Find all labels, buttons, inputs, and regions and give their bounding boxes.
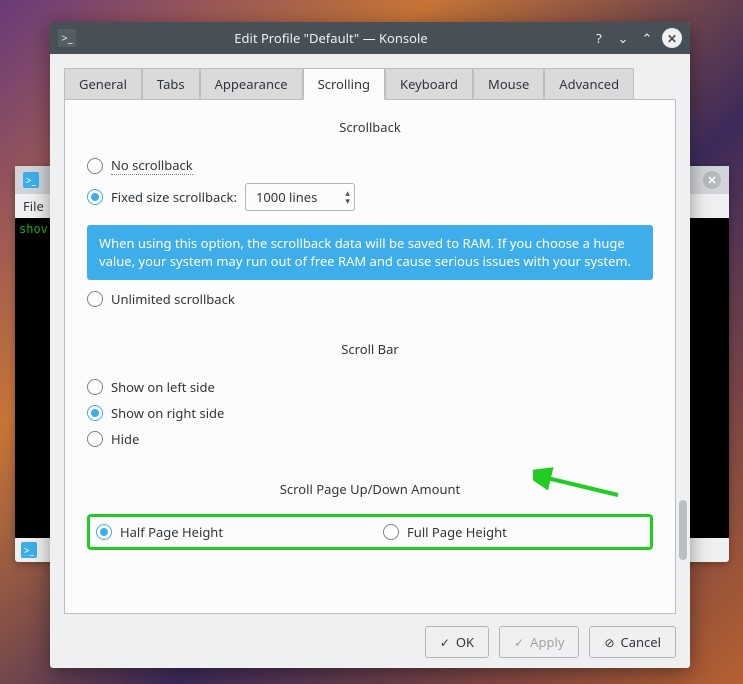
option-label: Show on left side [111, 378, 215, 396]
section-scrollbar-heading: Scroll Bar [87, 340, 653, 358]
scroll-amount-highlight: Half Page Height Full Page Height [87, 514, 653, 550]
dialog-titlebar[interactable]: >_ Edit Profile "Default" — Konsole ? ⌄ … [50, 22, 690, 54]
tab-page-scrolling: Scrollback No scrollback Fixed size scro… [64, 99, 676, 614]
edit-profile-dialog: >_ Edit Profile "Default" — Konsole ? ⌄ … [50, 22, 690, 668]
tab-general[interactable]: General [64, 68, 142, 100]
check-icon: ✓ [440, 634, 450, 651]
tab-advanced[interactable]: Advanced [544, 68, 634, 100]
dialog-title: Edit Profile "Default" — Konsole [76, 29, 586, 47]
chevron-down-icon[interactable]: ▾ [345, 197, 350, 205]
tab-tabs[interactable]: Tabs [142, 68, 200, 100]
button-label: OK [456, 633, 474, 651]
radio-icon[interactable] [87, 405, 103, 421]
radio-icon[interactable] [87, 431, 103, 447]
spinbox-value: 1000 lines [256, 188, 317, 206]
option-label: No scrollback [111, 156, 193, 175]
spinbox-arrows[interactable]: ▴▾ [345, 189, 350, 205]
option-half-page[interactable]: Half Page Height [96, 523, 223, 541]
option-unlimited-scrollback[interactable]: Unlimited scrollback [87, 286, 653, 312]
radio-icon[interactable] [96, 524, 112, 540]
scrollback-lines-spinbox[interactable]: 1000 lines ▴▾ [245, 183, 355, 211]
radio-icon[interactable] [87, 158, 103, 174]
apply-button[interactable]: ✓ Apply [499, 626, 579, 658]
ok-button[interactable]: ✓ OK [425, 626, 489, 658]
tab-appearance[interactable]: Appearance [200, 68, 303, 100]
close-icon[interactable]: ✕ [662, 28, 682, 48]
check-icon: ✓ [514, 634, 524, 651]
button-label: Apply [530, 633, 564, 651]
option-no-scrollback[interactable]: No scrollback [87, 152, 653, 179]
radio-icon[interactable] [87, 189, 103, 205]
tab-mouse[interactable]: Mouse [473, 68, 544, 100]
maximize-icon[interactable]: ⌃ [636, 27, 658, 49]
option-full-page[interactable]: Full Page Height [383, 523, 507, 541]
tab-keyboard[interactable]: Keyboard [385, 68, 473, 100]
terminal-icon: >_ [58, 29, 76, 47]
option-label: Hide [111, 430, 139, 448]
option-label: Full Page Height [407, 523, 507, 541]
option-label: Unlimited scrollback [111, 290, 235, 308]
option-label: Show on right side [111, 404, 224, 422]
minimize-icon[interactable]: ⌄ [612, 27, 634, 49]
scrollbar-thumb[interactable] [679, 500, 687, 560]
cancel-icon: ⊘ [604, 634, 614, 651]
button-label: Cancel [621, 633, 661, 651]
option-scrollbar-right[interactable]: Show on right side [87, 400, 653, 426]
terminal-icon: >_ [23, 172, 39, 188]
option-label: Half Page Height [120, 523, 223, 541]
dialog-button-bar: ✓ OK ✓ Apply ⊘ Cancel [64, 614, 676, 658]
radio-icon[interactable] [87, 379, 103, 395]
scrollback-info: When using this option, the scrollback d… [87, 225, 653, 280]
option-fixed-scrollback[interactable]: Fixed size scrollback: 1000 lines ▴▾ [87, 179, 653, 215]
tab-bar: General Tabs Appearance Scrolling Keyboa… [64, 68, 676, 100]
section-scrollback-heading: Scrollback [87, 118, 653, 136]
dialog-scrollbar[interactable] [679, 110, 687, 608]
tab-scrolling[interactable]: Scrolling [303, 68, 385, 100]
option-label: Fixed size scrollback: [111, 188, 237, 206]
option-scrollbar-hide[interactable]: Hide [87, 426, 653, 452]
terminal-icon: >_ [21, 542, 37, 558]
terminal-text: shov [19, 222, 48, 236]
help-icon[interactable]: ? [588, 27, 610, 49]
menu-file[interactable]: File [23, 197, 44, 215]
option-scrollbar-left[interactable]: Show on left side [87, 374, 653, 400]
close-icon[interactable]: ✕ [703, 171, 721, 189]
radio-icon[interactable] [87, 291, 103, 307]
radio-icon[interactable] [383, 524, 399, 540]
cancel-button[interactable]: ⊘ Cancel [589, 626, 676, 658]
section-scrollpage-heading: Scroll Page Up/Down Amount [87, 480, 653, 498]
